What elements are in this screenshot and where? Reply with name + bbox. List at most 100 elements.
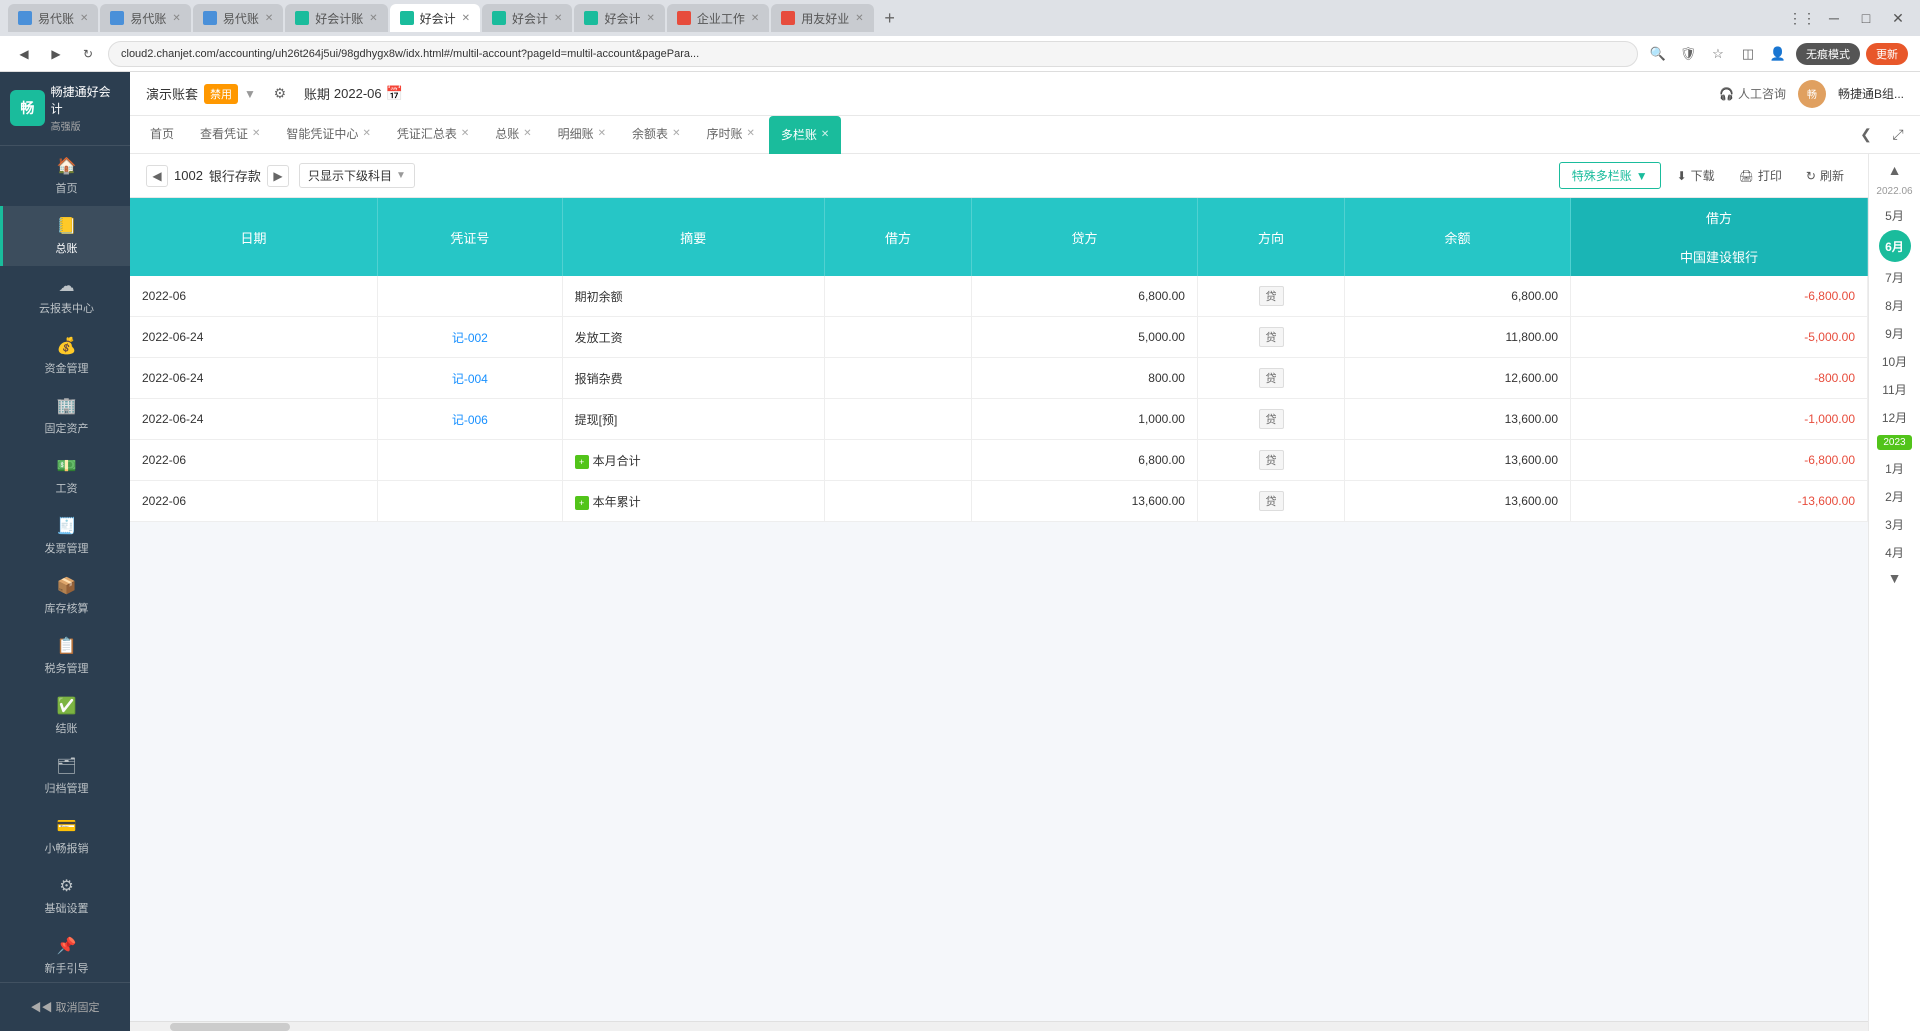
tab-close-9[interactable]: ✕	[855, 13, 863, 24]
horizontal-scrollbar[interactable]	[130, 1021, 1868, 1031]
minimize-button[interactable]: ─	[1820, 4, 1848, 32]
cal-month-11[interactable]: 11月	[1873, 376, 1917, 402]
tab-list-button[interactable]: ⋮⋮	[1788, 4, 1816, 32]
tab-voucher-close[interactable]: ✕	[252, 128, 260, 139]
tab-close-5[interactable]: ✕	[462, 13, 470, 24]
sidebar-item-archive[interactable]: 🗂 归档管理	[0, 746, 130, 806]
sidebar-item-salary[interactable]: 💵 工资	[0, 446, 130, 506]
sidebar-item-report[interactable]: ☁ 云报表中心	[0, 266, 130, 326]
tab-general[interactable]: 总账 ✕	[483, 116, 543, 154]
cal-month-2023-3[interactable]: 3月	[1873, 511, 1917, 537]
tab-close-7[interactable]: ✕	[646, 13, 654, 24]
next-account-button[interactable]: ▶	[267, 165, 289, 187]
maximize-button[interactable]: □	[1852, 4, 1880, 32]
sidebar-item-settings[interactable]: ⚙ 基础设置	[0, 866, 130, 926]
calendar-scroll-down[interactable]: ▼	[1883, 566, 1907, 590]
browser-tab-9[interactable]: 用友好业 ✕	[771, 4, 873, 32]
extensions-icon[interactable]: ◫	[1736, 42, 1760, 66]
sidebar-item-asset[interactable]: 🏢 固定资产	[0, 386, 130, 446]
voucher-link[interactable]: 记-006	[452, 413, 488, 427]
sidebar-item-ledger[interactable]: 📒 总账	[0, 206, 130, 266]
cal-month-9[interactable]: 9月	[1873, 320, 1917, 346]
tab-smart-close[interactable]: ✕	[362, 128, 370, 139]
tab-close-8[interactable]: ✕	[751, 13, 759, 24]
close-button[interactable]: ✕	[1884, 4, 1912, 32]
tab-journal[interactable]: 序时账 ✕	[694, 116, 766, 154]
tab-close-3[interactable]: ✕	[265, 13, 273, 24]
tab-detail-close[interactable]: ✕	[598, 128, 606, 139]
cell-voucher[interactable]: 记-006	[378, 399, 563, 440]
sidebar-item-expense[interactable]: 💳 小畅报销	[0, 806, 130, 866]
filter-dropdown[interactable]: 只显示下级科目 ▼	[299, 163, 415, 188]
badge-dropdown-icon[interactable]: ▼	[244, 87, 256, 101]
tab-close-4[interactable]: ✕	[369, 13, 377, 24]
search-address-icon[interactable]: 🔍	[1646, 42, 1670, 66]
star-icon[interactable]: ☆	[1706, 42, 1730, 66]
refresh-nav-button[interactable]: ↻	[76, 42, 100, 66]
calendar-scroll-up[interactable]: ▲	[1883, 158, 1907, 182]
collapse-tab-button[interactable]: ❮	[1852, 121, 1880, 149]
tab-journal-close[interactable]: ✕	[746, 128, 754, 139]
url-input[interactable]: cloud2.chanjet.com/accounting/uh26t264j5…	[108, 41, 1638, 67]
refresh-button[interactable]: ↻ 刷新	[1798, 163, 1852, 188]
tab-close-6[interactable]: ✕	[554, 13, 562, 24]
cell-voucher[interactable]: 记-004	[378, 358, 563, 399]
sidebar-item-guide[interactable]: 📌 新手引导	[0, 926, 130, 982]
service-button[interactable]: 🎧 人工咨询	[1719, 85, 1786, 102]
cal-month-7[interactable]: 7月	[1873, 264, 1917, 290]
tab-detail[interactable]: 明细账 ✕	[546, 116, 618, 154]
browser-tab-2[interactable]: 易代账 ✕	[100, 4, 190, 32]
sidebar-item-home[interactable]: 🏠 首页	[0, 146, 130, 206]
tab-general-close[interactable]: ✕	[523, 128, 531, 139]
back-button[interactable]: ◀	[12, 42, 36, 66]
cal-month-2023-2[interactable]: 2月	[1873, 483, 1917, 509]
browser-tab-7[interactable]: 好会计 ✕	[574, 4, 664, 32]
voucher-link[interactable]: 记-004	[452, 372, 488, 386]
multi-col-button[interactable]: 特殊多栏账 ▼	[1559, 162, 1661, 189]
sidebar-item-fund[interactable]: 💰 资金管理	[0, 326, 130, 386]
expand-tab-button[interactable]: ⤢	[1884, 121, 1912, 149]
tab-close-1[interactable]: ✕	[80, 13, 88, 24]
voucher-link[interactable]: 记-002	[452, 331, 488, 345]
tab-summary[interactable]: 凭证汇总表 ✕	[385, 116, 481, 154]
unpin-button[interactable]: ◀◀ 取消固定	[6, 993, 124, 1021]
cal-month-12[interactable]: 12月	[1873, 404, 1917, 430]
tab-summary-close[interactable]: ✕	[461, 128, 469, 139]
cal-month-8[interactable]: 8月	[1873, 292, 1917, 318]
tab-voucher[interactable]: 查看凭证 ✕	[188, 116, 272, 154]
new-tab-button[interactable]: +	[876, 4, 904, 32]
cal-month-2023-1[interactable]: 1月	[1873, 455, 1917, 481]
print-button[interactable]: 🖨 打印	[1731, 163, 1790, 188]
tab-smart[interactable]: 智能凭证中心 ✕	[274, 116, 382, 154]
tab-close-2[interactable]: ✕	[172, 13, 180, 24]
update-button[interactable]: 更新	[1866, 43, 1908, 65]
browser-tab-5[interactable]: 好会计 ✕	[390, 4, 480, 32]
demo-badge[interactable]: 禁用	[204, 84, 238, 104]
cell-voucher[interactable]: 记-002	[378, 317, 563, 358]
tab-multi[interactable]: 多栏账 ✕	[769, 116, 841, 154]
sidebar-item-inventory[interactable]: 📦 库存核算	[0, 566, 130, 626]
tab-multi-close[interactable]: ✕	[821, 129, 829, 140]
tab-home[interactable]: 首页	[138, 116, 186, 154]
calendar-top-icon[interactable]: 📅	[386, 85, 403, 102]
sidebar-item-invoice[interactable]: 🧾 发票管理	[0, 506, 130, 566]
settings-top-icon[interactable]: ⚙	[268, 82, 292, 106]
browser-tab-1[interactable]: 易代账 ✕	[8, 4, 98, 32]
scroll-thumb[interactable]	[170, 1023, 290, 1031]
sidebar-item-settle[interactable]: ✅ 结账	[0, 686, 130, 746]
cal-month-6[interactable]: 6月	[1879, 230, 1911, 262]
cal-month-2023-4[interactable]: 4月	[1873, 539, 1917, 565]
cal-month-5[interactable]: 5月	[1873, 202, 1917, 228]
browser-tab-6[interactable]: 好会计 ✕	[482, 4, 572, 32]
browser-tab-4[interactable]: 好会计账 ✕	[285, 4, 387, 32]
user-profile-icon[interactable]: 👤	[1766, 42, 1790, 66]
tab-balance-close[interactable]: ✕	[672, 128, 680, 139]
download-button[interactable]: ⬇ 下载	[1669, 163, 1723, 188]
cal-month-10[interactable]: 10月	[1873, 348, 1917, 374]
forward-button[interactable]: ▶	[44, 42, 68, 66]
prev-account-button[interactable]: ◀	[146, 165, 168, 187]
incognito-button[interactable]: 无痕模式	[1796, 43, 1860, 65]
browser-tab-3[interactable]: 易代账 ✕	[193, 4, 283, 32]
browser-tab-8[interactable]: 企业工作 ✕	[667, 4, 769, 32]
sidebar-item-tax[interactable]: 📋 税务管理	[0, 626, 130, 686]
